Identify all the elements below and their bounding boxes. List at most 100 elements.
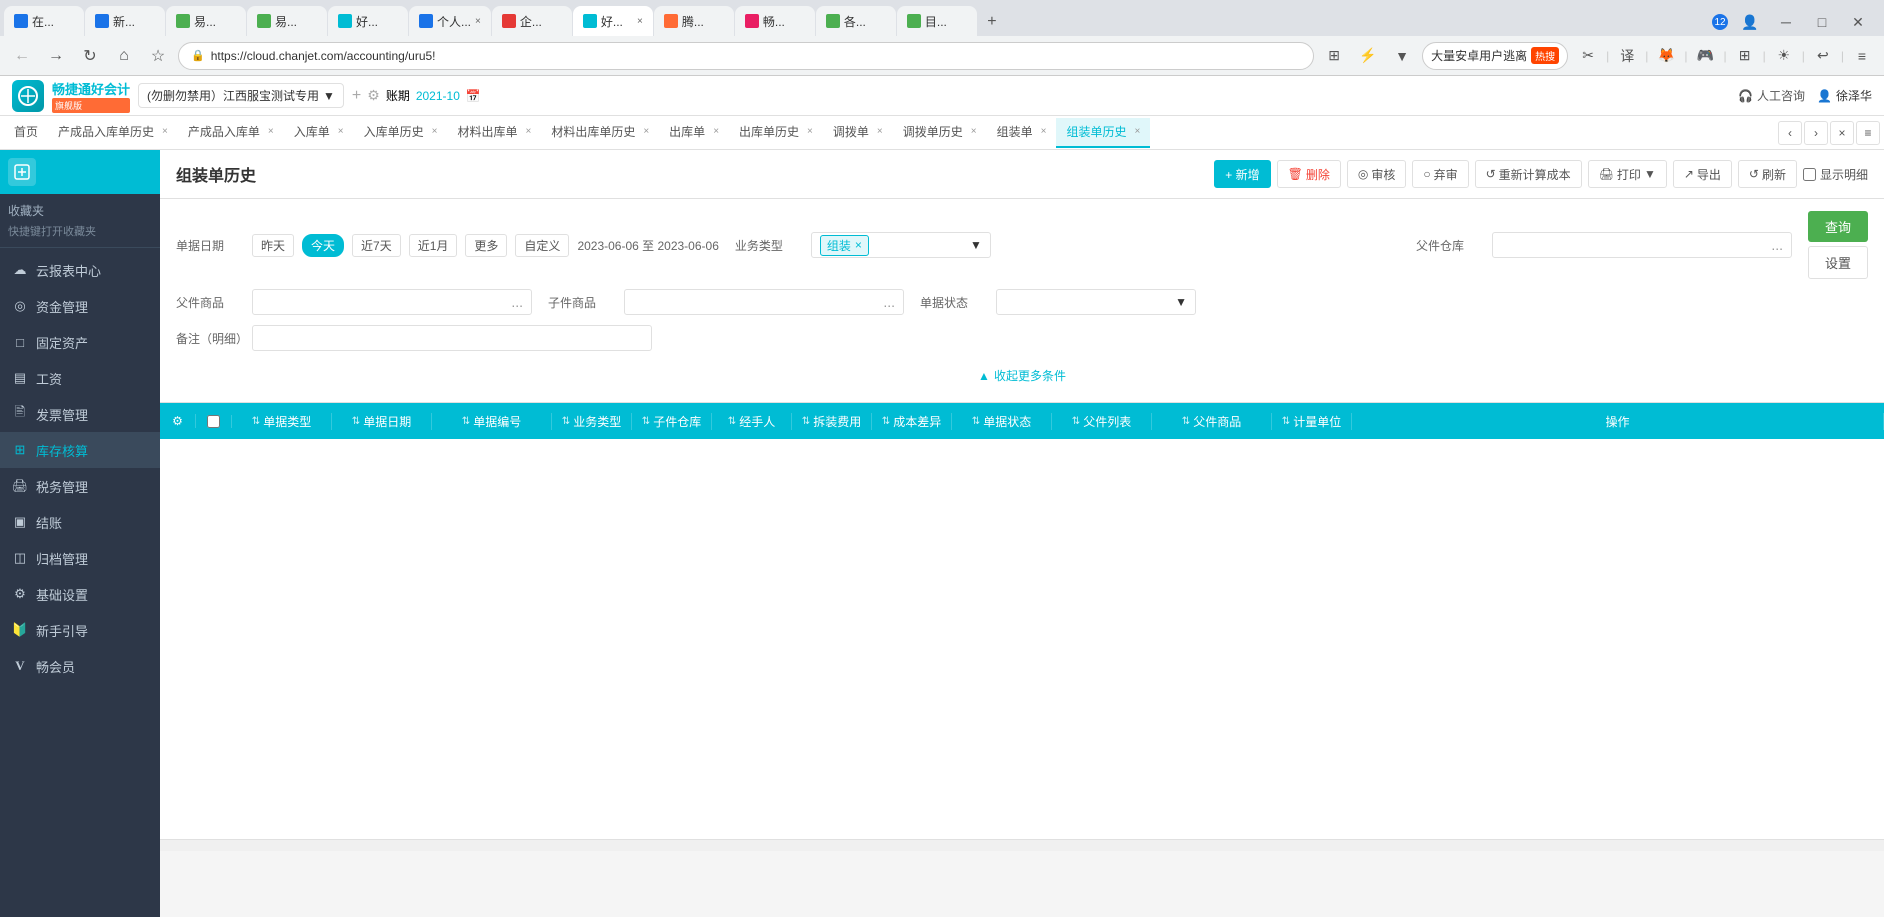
browser-tab-10[interactable]: 畅...	[735, 6, 815, 36]
translate-icon[interactable]: 译	[1613, 42, 1641, 70]
sidebar-item-guide[interactable]: 🔰 新手引导	[0, 612, 160, 648]
date-yesterday-btn[interactable]: 昨天	[252, 234, 294, 257]
tab-11[interactable]: 组装单 ×	[987, 118, 1057, 148]
audit-button[interactable]: ◎ 审核	[1347, 160, 1407, 188]
service-button[interactable]: 🎧 人工咨询	[1738, 87, 1805, 104]
tab-10[interactable]: 调拨单历史 ×	[893, 118, 987, 148]
sun-icon[interactable]: ☀	[1770, 42, 1798, 70]
game-icon[interactable]: 🎮	[1692, 42, 1720, 70]
add-icon[interactable]: +	[352, 87, 361, 105]
fox-icon[interactable]: 🦊	[1652, 42, 1680, 70]
recalculate-button[interactable]: ↺ 重新计算成本	[1475, 160, 1582, 188]
print-button[interactable]: 🖨 打印 ▼	[1588, 160, 1667, 188]
biz-type-select[interactable]: 组装 × ▼	[811, 232, 991, 258]
parent-goods-more[interactable]: ...	[511, 294, 523, 310]
sidebar-item-settlement[interactable]: ▣ 结账	[0, 504, 160, 540]
settings-icon[interactable]: ⚙	[367, 87, 380, 104]
th-parent-list[interactable]: ⇅ 父件列表	[1052, 413, 1152, 430]
th-handler[interactable]: ⇅ 经手人	[712, 413, 792, 430]
th-bill-no[interactable]: ⇅ 单据编号	[432, 413, 552, 430]
browser-tab-9[interactable]: 腾...	[654, 6, 734, 36]
parent-warehouse-more[interactable]: ...	[1771, 237, 1783, 253]
tab-2-close[interactable]: ×	[268, 126, 274, 137]
abandon-button[interactable]: ○ 弃审	[1412, 160, 1468, 188]
browser-tab-1[interactable]: 在...	[4, 6, 84, 36]
child-goods-select[interactable]: ...	[624, 289, 904, 315]
browser-tab-11[interactable]: 各...	[816, 6, 896, 36]
tab-9[interactable]: 调拨单 ×	[823, 118, 893, 148]
favorites-title[interactable]: 收藏夹	[8, 202, 152, 219]
date-1month-btn[interactable]: 近1月	[409, 234, 458, 257]
th-parent-goods[interactable]: ⇅ 父件商品	[1152, 413, 1272, 430]
tab-12-close[interactable]: ×	[1134, 126, 1140, 137]
sidebar-item-archive-mgmt[interactable]: ◫ 归档管理	[0, 540, 160, 576]
parent-warehouse-select[interactable]: ...	[1492, 232, 1792, 258]
date-more-btn[interactable]: 更多	[465, 234, 507, 257]
th-bill-date[interactable]: ⇅ 单据日期	[332, 413, 432, 430]
remarks-input[interactable]	[252, 325, 652, 351]
browser-tab-2[interactable]: 新...	[85, 6, 165, 36]
tab-7[interactable]: 出库单 ×	[659, 118, 729, 148]
th-setting[interactable]: ⚙	[160, 414, 196, 428]
tab-3[interactable]: 入库单 ×	[284, 118, 354, 148]
tab-close-current-btn[interactable]: ×	[1830, 121, 1854, 145]
user-info[interactable]: 👤 徐泽华	[1817, 87, 1872, 104]
biz-type-tag-close[interactable]: ×	[855, 238, 862, 252]
th-cost-diff[interactable]: ⇅ 成本差异	[872, 413, 952, 430]
tab-more-btn[interactable]: ≡	[1856, 121, 1880, 145]
delete-button[interactable]: 🗑 删除	[1277, 160, 1341, 188]
browser-tab-4[interactable]: 易...	[247, 6, 327, 36]
home-button[interactable]: ⌂	[110, 42, 138, 70]
date-7days-btn[interactable]: 近7天	[352, 234, 401, 257]
set-button[interactable]: 设置	[1808, 246, 1868, 279]
tab-7-close[interactable]: ×	[713, 126, 719, 137]
th-bill-status[interactable]: ⇅ 单据状态	[952, 413, 1052, 430]
child-goods-more[interactable]: ...	[883, 294, 895, 310]
sidebar-item-fund-mgmt[interactable]: ◎ 资金管理	[0, 288, 160, 324]
tab-4[interactable]: 入库单历史 ×	[354, 118, 448, 148]
browser-tab-6[interactable]: 个人... ×	[409, 6, 491, 36]
export-button[interactable]: ↗ 导出	[1673, 160, 1732, 188]
tab-6-close[interactable]: ×	[643, 126, 649, 137]
sidebar-item-invoice-mgmt[interactable]: 🖹 发票管理	[0, 396, 160, 432]
qr-icon[interactable]: ⊞	[1320, 42, 1348, 70]
query-button[interactable]: 查询	[1808, 211, 1868, 242]
th-unit[interactable]: ⇅ 计量单位	[1272, 413, 1352, 430]
address-bar[interactable]: 🔒 https://cloud.chanjet.com/accounting/u…	[178, 42, 1314, 70]
tab-8-close[interactable]: ×	[807, 126, 813, 137]
menu-icon[interactable]: ≡	[1848, 42, 1876, 70]
bill-status-select[interactable]: ▼	[996, 289, 1196, 315]
th-disassemble-fee[interactable]: ⇅ 拆装费用	[792, 413, 872, 430]
select-all-checkbox[interactable]	[207, 415, 220, 428]
sidebar-item-tax-mgmt[interactable]: 🖨 税务管理	[0, 468, 160, 504]
minimize-btn[interactable]: ─	[1772, 8, 1800, 36]
tab-6[interactable]: 材料出库单历史 ×	[541, 118, 659, 148]
undo-icon[interactable]: ↩	[1809, 42, 1837, 70]
tab-4-close[interactable]: ×	[432, 126, 438, 137]
date-today-btn[interactable]: 今天	[302, 234, 344, 257]
tab-close-8[interactable]: ×	[637, 16, 643, 27]
tab-1[interactable]: 产成品入库单历史 ×	[48, 118, 178, 148]
dropdown-icon[interactable]: ▼	[1388, 42, 1416, 70]
tab-1-close[interactable]: ×	[162, 126, 168, 137]
th-bill-type[interactable]: ⇅ 单据类型	[232, 413, 332, 430]
reload-button[interactable]: ↻	[76, 42, 104, 70]
tab-prev-btn[interactable]: ‹	[1778, 121, 1802, 145]
company-selector[interactable]: (勿删勿禁用）江西服宝测试专用 ▼	[138, 83, 344, 108]
profile-icon[interactable]: 👤	[1736, 8, 1764, 36]
browser-tab-5[interactable]: 好...	[328, 6, 408, 36]
grid-icon[interactable]: ⊞	[1731, 42, 1759, 70]
sidebar-item-fixed-assets[interactable]: □ 固定资产	[0, 324, 160, 360]
tab-10-close[interactable]: ×	[971, 126, 977, 137]
tab-5[interactable]: 材料出库单 ×	[447, 118, 541, 148]
parent-goods-select[interactable]: ...	[252, 289, 532, 315]
browser-tab-8[interactable]: 好... ×	[573, 6, 653, 36]
display-detail-checkbox[interactable]	[1803, 168, 1816, 181]
th-child-warehouse[interactable]: ⇅ 子件仓库	[632, 413, 712, 430]
lightning-icon[interactable]: ⚡	[1354, 42, 1382, 70]
forward-button[interactable]: →	[42, 42, 70, 70]
tab-9-close[interactable]: ×	[877, 126, 883, 137]
sidebar-item-salary[interactable]: ▤ 工资	[0, 360, 160, 396]
sidebar-item-basic-settings[interactable]: ⚙ 基础设置	[0, 576, 160, 612]
th-biz-type[interactable]: ⇅ 业务类型	[552, 413, 632, 430]
